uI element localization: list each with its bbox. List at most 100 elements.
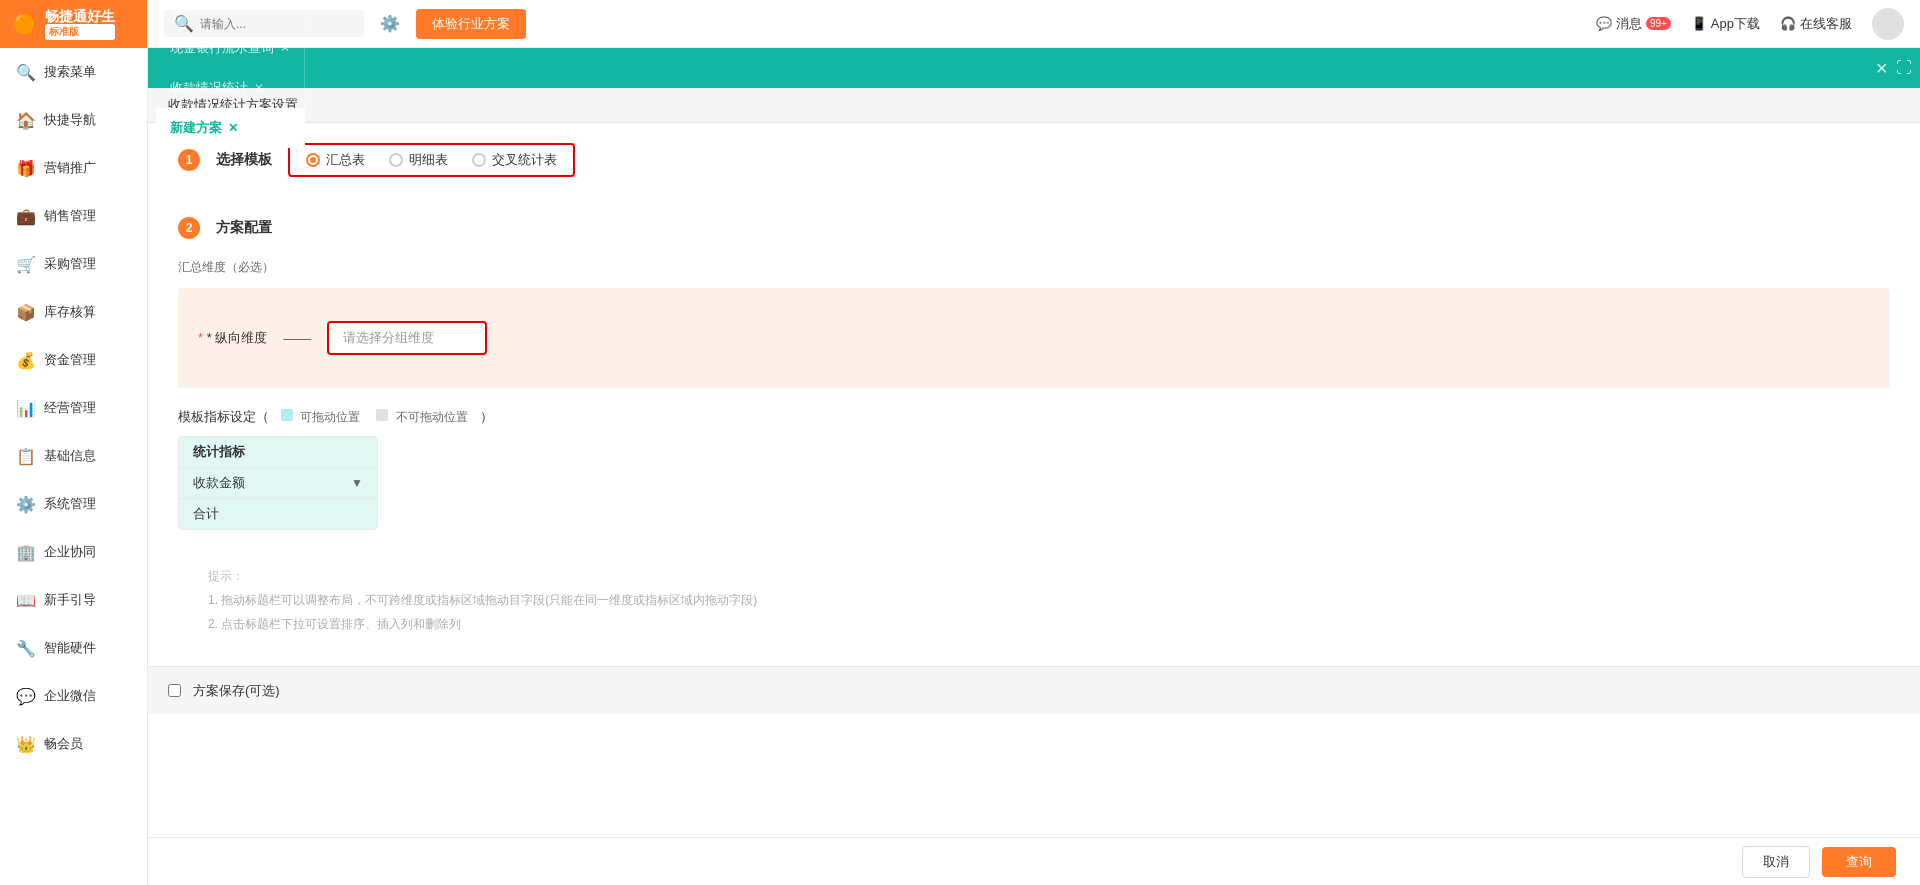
sidebar-label-finance: 资金管理 xyxy=(44,351,96,369)
tip-2: 2. 点击标题栏下拉可设置排序、插入列和删除列 xyxy=(208,612,1860,636)
sidebar-label-purchase: 采购管理 xyxy=(44,255,96,273)
sidebar-label-sales: 销售管理 xyxy=(44,207,96,225)
message-btn[interactable]: 💬 消息 99+ xyxy=(1596,15,1671,33)
tab-close-new-plan[interactable]: ✕ xyxy=(228,121,238,135)
sidebar-item-sales[interactable]: 💼销售管理 xyxy=(0,192,147,240)
tab-collection-stat[interactable]: 收款情况统计 ✕ xyxy=(156,68,305,108)
step2-row: 2 方案配置 xyxy=(178,217,1890,239)
indicator-name-1: 合计 xyxy=(193,506,219,521)
message-icon: 💬 xyxy=(1596,16,1612,31)
movable-dot xyxy=(281,409,293,421)
dimension-selector[interactable]: 请选择分组维度 xyxy=(327,321,487,355)
close-window-icon[interactable]: ✕ xyxy=(1875,59,1888,78)
fixed-dot xyxy=(376,409,388,421)
legend-movable: 可拖动位置 xyxy=(281,409,360,426)
step1-label: 选择模板 xyxy=(216,151,272,169)
tab-home[interactable]: 首页 xyxy=(156,0,305,28)
sidebar-item-wechat[interactable]: 💬企业微信 xyxy=(0,672,147,720)
save-checkbox[interactable] xyxy=(168,684,181,697)
tab-bank-flow[interactable]: 现金银行流水查询✕ xyxy=(156,28,305,68)
tab-label-collection-stat: 收款情况统计 xyxy=(170,79,248,97)
indicator-table: 统计指标 收款金额 ▼ 合计 xyxy=(178,436,378,530)
sidebar-item-purchase[interactable]: 🛒 采购管理 xyxy=(0,240,147,288)
sidebar-icon-marketing: 🎁 xyxy=(16,159,36,178)
sidebar-item-operations[interactable]: 📊经营管理 xyxy=(0,384,147,432)
sidebar-item-hardware[interactable]: 🔧 智能硬件 xyxy=(0,624,147,672)
download-btn[interactable]: 📱 App下载 xyxy=(1691,15,1760,33)
logo-icon: 🟠 xyxy=(12,12,37,36)
indicator-header: 模板指标设定（ 可拖动位置 不可拖动位置 ） xyxy=(178,408,1890,426)
sidebar-label-guide: 新手引导 xyxy=(44,591,96,609)
tab-close-collection-stat[interactable]: ✕ xyxy=(254,81,264,95)
topbar: 🔍 ⚙️ 体验行业方案 💬 消息 99+ 📱 App下载 🎧 在线客服 xyxy=(148,0,1920,48)
radio-detail-circle xyxy=(389,153,403,167)
sidebar-item-guide[interactable]: 📖 新手引导 xyxy=(0,576,147,624)
sidebar-icon-base-info: 📋 xyxy=(16,447,36,466)
sidebar-item-enterprise[interactable]: 🏢 企业协同 xyxy=(0,528,147,576)
radio-detail[interactable]: 明细表 xyxy=(389,151,448,169)
sidebar-icon-purchase: 🛒 xyxy=(16,255,36,274)
footer-bar: 方案保存(可选) xyxy=(148,666,1920,714)
indicator-dropdown-0[interactable]: ▼ xyxy=(351,476,363,490)
breadcrumb: 收款情况统计方案设置 xyxy=(148,88,1920,123)
topbar-right: 💬 消息 99+ 📱 App下载 🎧 在线客服 xyxy=(1596,8,1904,40)
sidebar-icon-enterprise: 🏢 xyxy=(16,543,36,562)
radio-summary-circle xyxy=(306,153,320,167)
sidebar-label-enterprise: 企业协同 xyxy=(44,543,96,561)
sidebar-icon-hardware: 🔧 xyxy=(16,639,36,658)
sidebar-label-operations: 经营管理 xyxy=(44,399,96,417)
sidebar-label-hardware: 智能硬件 xyxy=(44,639,96,657)
tabbar-controls: ✕ ⛶ xyxy=(1875,59,1912,78)
sidebar-label-base-info: 基础信息 xyxy=(44,447,96,465)
radio-detail-label: 明细表 xyxy=(409,151,448,169)
sidebar-item-base-info[interactable]: 📋 基础信息 xyxy=(0,432,147,480)
download-icon: 📱 xyxy=(1691,16,1707,31)
sidebar-label-inventory: 库存核算 xyxy=(44,303,96,321)
industry-btn[interactable]: 体验行业方案 xyxy=(416,9,526,39)
required-star: * xyxy=(198,330,203,345)
tab-new-plan[interactable]: 新建方案 ✕ xyxy=(156,108,305,148)
sidebar-icon-quick-nav: 🏠 xyxy=(16,111,36,130)
service-label: 在线客服 xyxy=(1800,15,1852,33)
sidebar-label-member: 畅会员 xyxy=(44,735,83,753)
radio-cross[interactable]: 交叉统计表 xyxy=(472,151,557,169)
sidebar-item-member[interactable]: 👑 畅会员 xyxy=(0,720,147,768)
sidebar-icon-search-menu: 🔍 xyxy=(16,63,36,82)
download-label: App下载 xyxy=(1711,15,1760,33)
sidebar-item-marketing[interactable]: 🎁营销推广 xyxy=(0,144,147,192)
query-button[interactable]: 查询 xyxy=(1822,847,1896,877)
arrow: —— xyxy=(283,330,311,346)
cancel-button[interactable]: 取消 xyxy=(1742,846,1810,878)
tab-close-bank-flow[interactable]: ✕ xyxy=(280,41,290,55)
settings-icon[interactable]: ⚙️ xyxy=(380,14,400,33)
sidebar-item-system[interactable]: ⚙️ 系统管理 xyxy=(0,480,147,528)
step1-section: 1 选择模板 汇总表 明细表 交叉统计表 xyxy=(148,123,1920,217)
radio-summary[interactable]: 汇总表 xyxy=(306,151,365,169)
tab-label-new-plan: 新建方案 xyxy=(170,119,222,137)
save-label[interactable]: 方案保存(可选) xyxy=(193,682,280,700)
radio-cross-circle xyxy=(472,153,486,167)
legend-fixed: 不可拖动位置 xyxy=(376,409,467,426)
sidebar-icon-wechat: 💬 xyxy=(16,687,36,706)
indicator-row-1: 合计 xyxy=(179,499,377,529)
sidebar-item-inventory[interactable]: 📦 库存核算 xyxy=(0,288,147,336)
sidebar-item-quick-nav[interactable]: 🏠 快捷导航 xyxy=(0,96,147,144)
tip-1: 1. 拖动标题栏可以调整布局，不可跨维度或指标区域拖动目字段(只能在同一维度或指… xyxy=(208,588,1860,612)
avatar[interactable] xyxy=(1872,8,1904,40)
sidebar-item-finance[interactable]: 💰资金管理 xyxy=(0,336,147,384)
sidebar-icon-member: 👑 xyxy=(16,735,36,754)
step1-row: 1 选择模板 汇总表 明细表 交叉统计表 xyxy=(178,143,1890,177)
template-radio-group: 汇总表 明细表 交叉统计表 xyxy=(288,143,575,177)
sidebar-item-search-menu[interactable]: 🔍搜索菜单 xyxy=(0,48,147,96)
sidebar-label-quick-nav: 快捷导航 xyxy=(44,111,96,129)
sidebar-icon-inventory: 📦 xyxy=(16,303,36,322)
maximize-icon[interactable]: ⛶ xyxy=(1896,59,1912,77)
sidebar-icon-guide: 📖 xyxy=(16,591,36,610)
step2-label: 方案配置 xyxy=(216,219,272,237)
sidebar-icon-system: ⚙️ xyxy=(16,495,36,514)
tabbar: 首页现金银行流水查询✕收款情况统计✕新建方案✕ ✕ ⛶ xyxy=(148,48,1920,88)
service-btn[interactable]: 🎧 在线客服 xyxy=(1780,15,1852,33)
tip-title: 提示： xyxy=(208,569,244,583)
sidebar-label-system: 系统管理 xyxy=(44,495,96,513)
sidebar: 🟠 畅捷通好生 标准版 🔍搜索菜单🏠快捷导航🎁营销推广💼销售管理🛒采购管理📦库存… xyxy=(0,0,148,885)
